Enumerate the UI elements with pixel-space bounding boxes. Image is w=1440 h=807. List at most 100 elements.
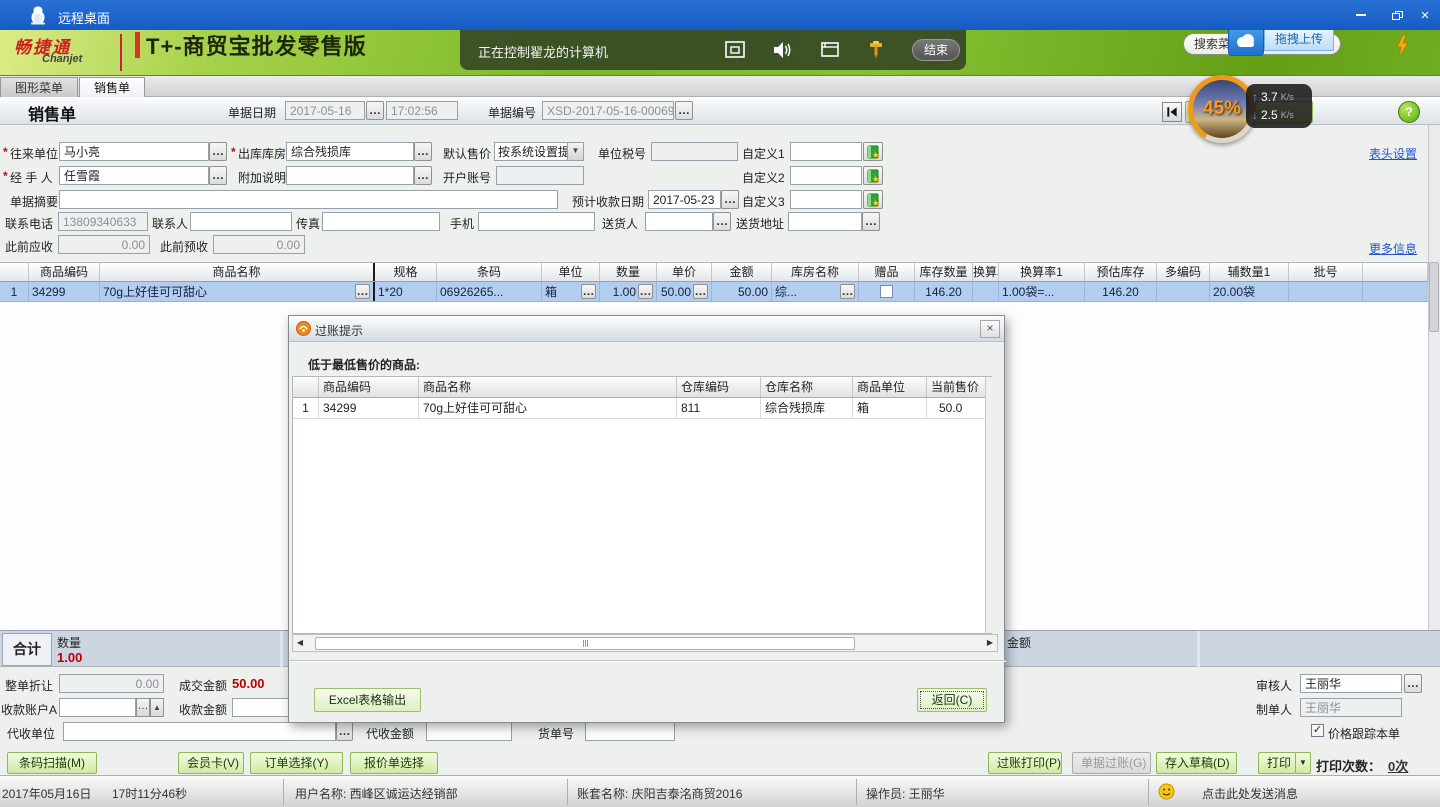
grid-col-stock[interactable]: 库存数量	[915, 263, 973, 281]
dialog-close-button[interactable]: ×	[980, 320, 1000, 338]
account-dropup-button[interactable]: ▲	[150, 698, 164, 717]
order-select-button[interactable]: 订单选择(Y)	[250, 752, 343, 774]
grid-col-amount[interactable]: 金额	[712, 263, 772, 281]
conv-cell[interactable]	[973, 282, 999, 301]
tab-graphic-menu[interactable]: 图形菜单	[0, 77, 78, 98]
pin-icon[interactable]	[864, 38, 888, 62]
grid-col-barcode[interactable]: 条码	[437, 263, 542, 281]
scroll-right-icon[interactable]: ▶	[983, 635, 997, 651]
grid-col-price[interactable]: 单价	[657, 263, 712, 281]
member-card-button[interactable]: 会员卡(V)	[178, 752, 244, 774]
ellipsis-button[interactable]: …	[693, 284, 708, 299]
scroll-left-icon[interactable]: ◀	[293, 635, 307, 651]
auditor-picker-button[interactable]: …	[1404, 674, 1422, 693]
grid-col-batch[interactable]: 批号	[1289, 263, 1363, 281]
custom1-book-button[interactable]	[863, 142, 883, 161]
partner-picker-button[interactable]: …	[209, 142, 227, 161]
send-message-link[interactable]: 点击此处发送消息	[1202, 785, 1298, 802]
restore-button[interactable]	[1386, 7, 1408, 23]
cargo-no-field[interactable]	[585, 722, 675, 741]
smiley-icon[interactable]	[1158, 783, 1175, 800]
close-button[interactable]: ×	[1414, 7, 1436, 24]
aux-cell[interactable]: 20.00袋	[1210, 282, 1289, 301]
grid-col-conv[interactable]: 换算单位	[973, 263, 999, 281]
grid-col-gift[interactable]: 赠品	[859, 263, 915, 281]
minimize-button[interactable]	[1350, 7, 1372, 23]
cloud-upload-icon[interactable]	[1228, 30, 1264, 56]
due-date-picker-button[interactable]: …	[721, 190, 739, 209]
dialog-table-vscrollbar[interactable]	[985, 377, 992, 633]
price-mode-select[interactable]: 按系统设置提 ▼	[494, 142, 584, 161]
custom3-book-button[interactable]	[863, 190, 883, 209]
dialog-table-row[interactable]: 1 34299 70g上好佳可可甜心 811 综合残损库 箱 50.0	[293, 398, 991, 419]
grid-col-multicode[interactable]: 多编码	[1157, 263, 1210, 281]
custom2-book-button[interactable]	[863, 166, 883, 185]
agency-picker-button[interactable]: …	[336, 722, 353, 741]
print-button[interactable]: 打印	[1258, 752, 1296, 774]
note-picker-button[interactable]: …	[414, 166, 432, 185]
barcode-cell[interactable]: 06926265...	[437, 282, 542, 301]
partner-field[interactable]: 马小亮	[59, 142, 209, 161]
grid-col-estimate[interactable]: 预估库存	[1085, 263, 1157, 281]
custom3-field[interactable]	[790, 190, 862, 209]
warehouse-cell[interactable]: 综... …	[772, 282, 859, 301]
address-picker-button[interactable]: …	[862, 212, 880, 231]
price-track-checkbox[interactable]: ✓	[1311, 724, 1324, 737]
more-info-link[interactable]: 更多信息	[1369, 240, 1417, 257]
quote-select-button[interactable]: 报价单选择	[350, 752, 438, 774]
end-control-button[interactable]: 结束	[912, 39, 960, 61]
warehouse-picker-button[interactable]: …	[414, 142, 432, 161]
due-date-field[interactable]: 2017-05-23	[648, 190, 721, 209]
warehouse-field[interactable]: 综合残损库	[286, 142, 414, 161]
grid-col-warehouse[interactable]: 库房名称	[772, 263, 859, 281]
mobile-field[interactable]	[478, 212, 595, 231]
help-button[interactable]: ?	[1398, 101, 1420, 123]
grid-col-rate[interactable]: 换算率1	[999, 263, 1085, 281]
name-cell[interactable]: 70g上好佳可可甜心 …	[100, 282, 375, 301]
amount-cell[interactable]: 50.00	[712, 282, 772, 301]
agency-unit-field[interactable]	[63, 722, 336, 741]
save-draft-button[interactable]: 存入草稿(D)	[1156, 752, 1237, 774]
ellipsis-button[interactable]: …	[581, 284, 596, 299]
note-field[interactable]	[286, 166, 414, 185]
deliverer-field[interactable]	[645, 212, 713, 231]
ellipsis-button[interactable]: …	[840, 284, 855, 299]
fax-field[interactable]	[322, 212, 440, 231]
batch-cell[interactable]	[1289, 282, 1363, 301]
grid-row-selected[interactable]: 1 34299 70g上好佳可可甜心 … 1*20 06926265... 箱 …	[0, 282, 1428, 302]
grid-col-spec[interactable]: 规格	[375, 263, 437, 281]
doc-date-picker-button[interactable]: …	[366, 101, 384, 120]
gift-checkbox[interactable]	[880, 285, 893, 298]
grid-col-unit[interactable]: 单位	[542, 263, 600, 281]
summary-field[interactable]	[59, 190, 558, 209]
account-field[interactable]	[59, 698, 136, 717]
custom1-field[interactable]	[790, 142, 862, 161]
ellipsis-button[interactable]: …	[355, 284, 370, 299]
account-picker-button[interactable]: …	[136, 698, 150, 717]
print-dropdown-button[interactable]: ▼	[1295, 752, 1311, 774]
print-count-link[interactable]: 0次	[1388, 756, 1408, 775]
fullscreen-icon[interactable]	[723, 38, 747, 62]
dialog-hscroll-thumb[interactable]	[315, 637, 855, 650]
dialog-hscrollbar[interactable]: ◀ ▶	[292, 634, 998, 652]
grid-col-qty[interactable]: 数量	[600, 263, 657, 281]
gift-cell[interactable]	[859, 282, 915, 301]
speaker-icon[interactable]	[770, 38, 794, 62]
multicode-cell[interactable]	[1157, 282, 1210, 301]
custom2-field[interactable]	[790, 166, 862, 185]
estimate-cell[interactable]: 146.20	[1085, 282, 1157, 301]
code-cell[interactable]: 34299	[29, 282, 100, 301]
stock-cell[interactable]: 146.20	[915, 282, 973, 301]
spec-cell[interactable]: 1*20	[375, 282, 437, 301]
price-track-label[interactable]: 价格跟踪本单	[1328, 725, 1400, 742]
qty-cell[interactable]: 1.00 …	[600, 282, 657, 301]
address-field[interactable]	[788, 212, 862, 231]
grid-col-aux[interactable]: 辅数量1	[1210, 263, 1289, 281]
excel-export-button[interactable]: Excel表格输出	[314, 688, 421, 712]
deliverer-picker-button[interactable]: …	[713, 212, 731, 231]
handler-picker-button[interactable]: …	[209, 166, 227, 185]
drag-upload-tooltip[interactable]: 拖拽上传	[1264, 30, 1334, 51]
barcode-scan-button[interactable]: 条码扫描(M)	[7, 752, 97, 774]
ellipsis-button[interactable]: …	[638, 284, 653, 299]
header-settings-link[interactable]: 表头设置	[1369, 145, 1417, 162]
